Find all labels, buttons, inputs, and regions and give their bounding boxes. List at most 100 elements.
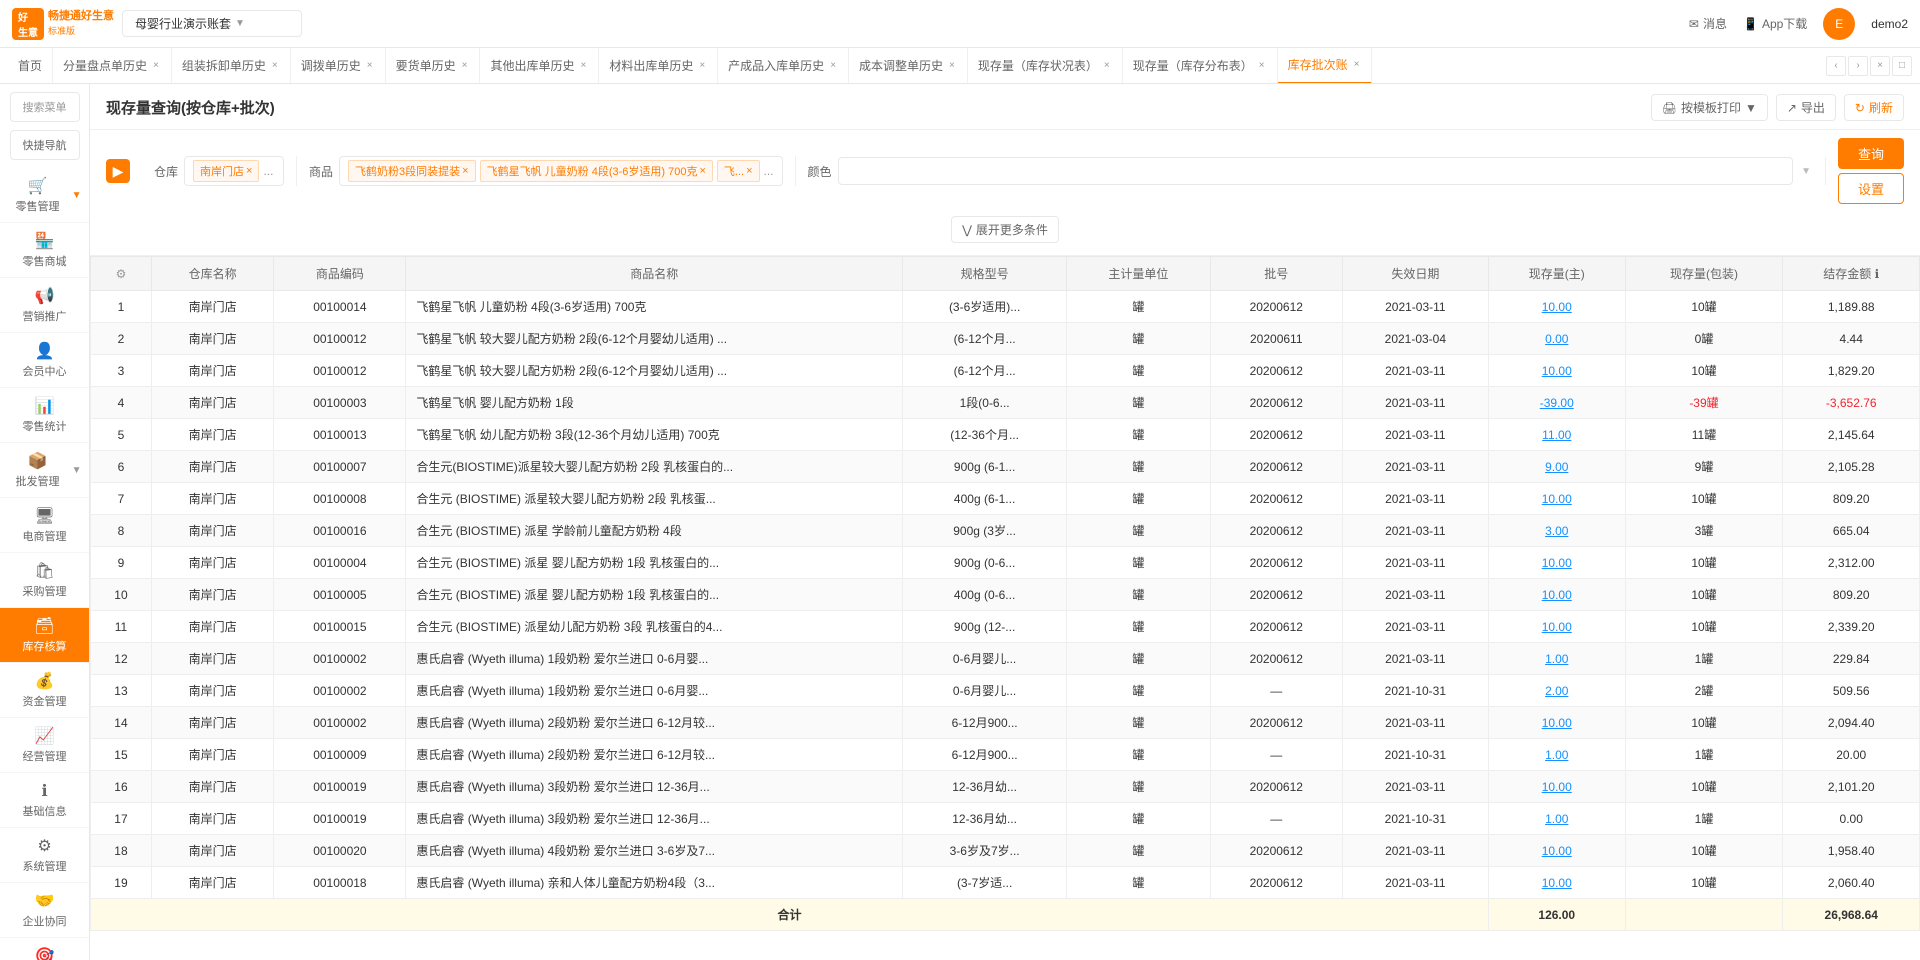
tab-diao-bo[interactable]: 调拨单历史× bbox=[291, 48, 386, 84]
sidebar-item-guide[interactable]: 🎯 新手引导 bbox=[0, 938, 90, 960]
btn-expand-more[interactable]: ⋁ 展开更多条件 bbox=[951, 216, 1059, 243]
sidebar-item-operation[interactable]: 📈 经营管理 bbox=[0, 718, 90, 773]
tab-diao-bo-close[interactable]: × bbox=[365, 58, 375, 73]
cell-qty-main[interactable]: -39.00 bbox=[1488, 387, 1625, 419]
tab-fen-pan[interactable]: 分量盘点单历史× bbox=[53, 48, 172, 84]
cell-qty-main[interactable]: 10.00 bbox=[1488, 771, 1625, 803]
tab-product-in[interactable]: 产成品入库单历史× bbox=[718, 48, 849, 84]
goods-filter-tags[interactable]: 飞鹤奶粉3段同装提装 × 飞鹤星飞帆 儿童奶粉 4段(3-6岁适用) 700克 … bbox=[339, 156, 783, 186]
tab-stock-status-close[interactable]: × bbox=[1102, 58, 1112, 73]
cell-qty-main[interactable]: 11.00 bbox=[1488, 419, 1625, 451]
cell-qty-main[interactable]: 1.00 bbox=[1488, 739, 1625, 771]
sidebar-item-stock[interactable]: 🗃 库存核算 bbox=[0, 608, 90, 663]
color-filter-box[interactable] bbox=[838, 157, 1794, 185]
cell-qty-main[interactable]: 10.00 bbox=[1488, 835, 1625, 867]
goods-tag-1-remove[interactable]: × bbox=[462, 165, 468, 177]
cell-batch: 20200612 bbox=[1210, 451, 1342, 483]
tab-other-out[interactable]: 其他出库单历史× bbox=[480, 48, 599, 84]
cell-qty-main[interactable]: 3.00 bbox=[1488, 515, 1625, 547]
logo-area: 好生意 畅捷通好生意 标准版 bbox=[12, 8, 114, 40]
cell-qty-main[interactable]: 1.00 bbox=[1488, 803, 1625, 835]
cell-amount: 2,094.40 bbox=[1783, 707, 1920, 739]
workspace-selector[interactable]: 母婴行业演示账套 ▼ bbox=[122, 10, 302, 37]
tab-zu-zhuang[interactable]: 组装拆卸单历史× bbox=[172, 48, 291, 84]
cell-qty-main[interactable]: 10.00 bbox=[1488, 579, 1625, 611]
sidebar-item-collab[interactable]: 🤝 企业协同 bbox=[0, 883, 90, 938]
tab-cost-adj[interactable]: 成本调整单历史× bbox=[849, 48, 968, 84]
tab-zu-zhuang-close[interactable]: × bbox=[270, 58, 280, 73]
btn-query[interactable]: 查询 bbox=[1838, 138, 1904, 169]
btn-refresh[interactable]: ↻ 刷新 bbox=[1844, 94, 1904, 121]
tab-stock-batch[interactable]: 库存批次账× bbox=[1278, 48, 1373, 84]
warehouse-tag-nanan[interactable]: 南岸门店 × bbox=[193, 160, 259, 182]
sidebar-item-purchase[interactable]: 🛍 采购管理 bbox=[0, 553, 90, 608]
cell-qty-pkg: 10罐 bbox=[1625, 483, 1783, 515]
cell-qty-main[interactable]: 10.00 bbox=[1488, 355, 1625, 387]
tab-other-out-close[interactable]: × bbox=[578, 58, 588, 73]
tab-scroll-right[interactable]: › bbox=[1848, 56, 1868, 76]
cell-qty-main[interactable]: 10.00 bbox=[1488, 867, 1625, 899]
tab-yao-huo[interactable]: 要货单历史× bbox=[386, 48, 481, 84]
sidebar-item-retail-mgmt[interactable]: 🛒 零售管理 ▼ bbox=[0, 168, 90, 223]
cell-expire: 2021-03-11 bbox=[1342, 291, 1488, 323]
tab-home[interactable]: 首页 bbox=[8, 48, 53, 84]
tab-material-out-close[interactable]: × bbox=[697, 58, 707, 73]
goods-tag-1[interactable]: 飞鹤奶粉3段同装提装 × bbox=[348, 160, 476, 182]
cell-qty-main[interactable]: 1.00 bbox=[1488, 643, 1625, 675]
goods-tag-2-remove[interactable]: × bbox=[699, 165, 705, 177]
app-download-action[interactable]: 📱 App下载 bbox=[1743, 15, 1807, 32]
warehouse-tag-remove[interactable]: × bbox=[246, 165, 252, 177]
sidebar-item-ecommerce[interactable]: 🖥 电商管理 bbox=[0, 498, 90, 553]
tab-cost-adj-close[interactable]: × bbox=[947, 58, 957, 73]
warehouse-more-icon[interactable]: ... bbox=[263, 164, 273, 178]
btn-print-label: 按模板打印 bbox=[1681, 99, 1741, 116]
color-dropdown-icon[interactable]: ▼ bbox=[1799, 166, 1813, 177]
tab-fen-pan-close[interactable]: × bbox=[151, 58, 161, 73]
cell-warehouse: 南岸门店 bbox=[151, 675, 273, 707]
btn-print[interactable]: 🖨 按模板打印 ▼ bbox=[1651, 94, 1768, 121]
sidebar-item-wholesale-mgmt[interactable]: 📦 批发管理 ▼ bbox=[0, 443, 90, 498]
tab-maximize[interactable]: □ bbox=[1892, 56, 1912, 76]
sidebar-quick-nav[interactable]: 快捷导航 bbox=[10, 130, 80, 160]
sidebar-item-member[interactable]: 👤 会员中心 bbox=[0, 333, 90, 388]
cell-qty-main[interactable]: 9.00 bbox=[1488, 451, 1625, 483]
sidebar-item-system[interactable]: ⚙ 系统管理 bbox=[0, 828, 90, 883]
cell-warehouse: 南岸门店 bbox=[151, 355, 273, 387]
sidebar-item-retail-mall[interactable]: 🏪 零售商城 bbox=[0, 223, 90, 278]
cell-qty-main[interactable]: 10.00 bbox=[1488, 707, 1625, 739]
sidebar-item-marketing[interactable]: 📢 营销推广 bbox=[0, 278, 90, 333]
sidebar-item-finance[interactable]: 💰 资金管理 bbox=[0, 663, 90, 718]
cell-qty-main[interactable]: 10.00 bbox=[1488, 547, 1625, 579]
goods-tag-2[interactable]: 飞鹤星飞帆 儿童奶粉 4段(3-6岁适用) 700克 × bbox=[480, 160, 713, 182]
goods-more-icon[interactable]: ... bbox=[764, 164, 774, 178]
sidebar-item-retail-stats[interactable]: 📊 零售统计 bbox=[0, 388, 90, 443]
cell-qty-main[interactable]: 10.00 bbox=[1488, 291, 1625, 323]
goods-tag-3-remove[interactable]: × bbox=[746, 165, 752, 177]
btn-export[interactable]: ↗ 导出 bbox=[1776, 94, 1836, 121]
message-action[interactable]: ✉ 消息 bbox=[1689, 15, 1727, 32]
sidebar-search[interactable]: 搜索菜单 bbox=[10, 92, 80, 122]
tab-close-current[interactable]: × bbox=[1870, 56, 1890, 76]
tab-scroll-left[interactable]: ‹ bbox=[1826, 56, 1846, 76]
tab-stock-dist-close[interactable]: × bbox=[1257, 58, 1267, 73]
cell-qty-main[interactable]: 2.00 bbox=[1488, 675, 1625, 707]
filter-toggle-btn[interactable]: ▶ bbox=[106, 159, 130, 183]
warehouse-filter-tags[interactable]: 南岸门店 × ... bbox=[184, 156, 284, 186]
goods-tag-3[interactable]: 飞... × bbox=[717, 160, 760, 182]
th-settings[interactable]: ⚙ bbox=[91, 257, 152, 291]
tab-stock-status[interactable]: 现存量（库存状况表）× bbox=[968, 48, 1123, 84]
cell-code: 00100003 bbox=[274, 387, 406, 419]
user-avatar[interactable]: E bbox=[1823, 8, 1855, 40]
cell-qty-main[interactable]: 0.00 bbox=[1488, 323, 1625, 355]
sidebar-item-basic-info[interactable]: ℹ 基础信息 bbox=[0, 773, 90, 828]
tab-material-out[interactable]: 材料出库单历史× bbox=[599, 48, 718, 84]
cell-qty-main[interactable]: 10.00 bbox=[1488, 611, 1625, 643]
tab-yao-huo-close[interactable]: × bbox=[460, 58, 470, 73]
cell-qty-main[interactable]: 10.00 bbox=[1488, 483, 1625, 515]
marketing-label: 营销推广 bbox=[23, 308, 67, 324]
tab-stock-batch-close[interactable]: × bbox=[1352, 57, 1362, 72]
cell-unit: 罐 bbox=[1067, 867, 1211, 899]
tab-stock-dist[interactable]: 现存量（库存分布表）× bbox=[1123, 48, 1278, 84]
tab-product-in-close[interactable]: × bbox=[828, 58, 838, 73]
btn-settings[interactable]: 设置 bbox=[1838, 173, 1904, 204]
